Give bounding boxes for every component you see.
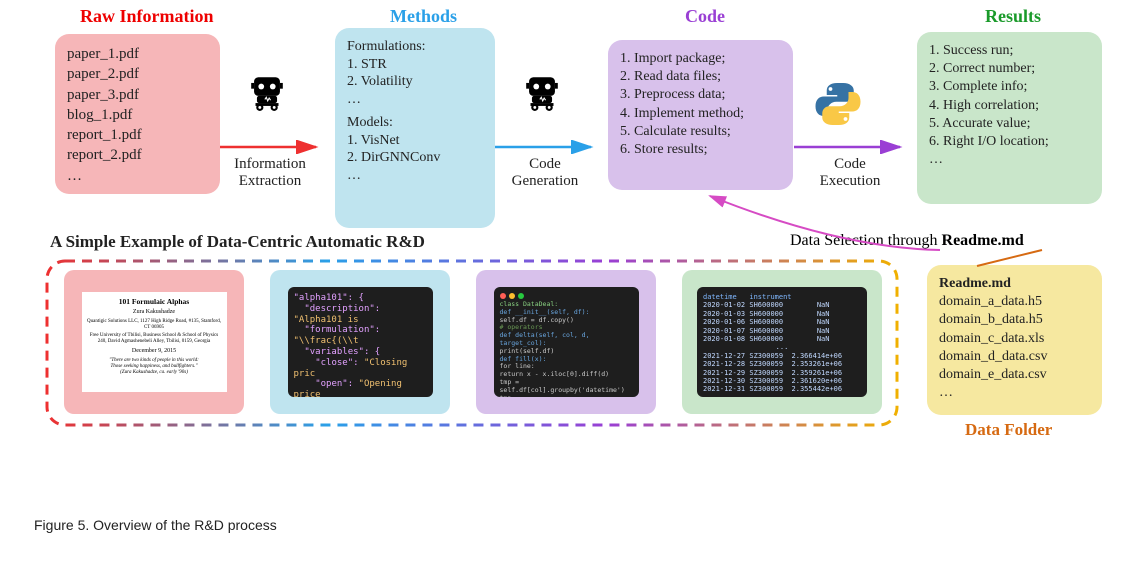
results-item: 5. Accurate value; [929,115,1090,133]
raw-item: paper_3.pdf [67,85,208,105]
datafolder-file: domain_b_data.h5 [939,311,1090,329]
datafolder-title: Readme.md [939,275,1090,293]
thumb-methods: "alpha101": { "description": "Alpha101 i… [270,270,450,414]
datafolder-file: domain_d_data.csv [939,348,1090,366]
results-item: 4. High correlation; [929,97,1090,115]
python-icon [814,80,862,133]
readme-connector [972,248,1052,270]
methods-panel: Formulations: 1. STR 2. Volatility … Mod… [335,28,495,228]
code-step: 1. Import package; [620,50,781,68]
datafolder-file: domain_c_data.xls [939,330,1090,348]
label-code-execution: CodeExecution [800,156,900,189]
raw-item: paper_1.pdf [67,44,208,64]
code-step: 4. Implement method; [620,105,781,123]
label-info-extraction: InformationExtraction [220,156,320,189]
datafolder-file: domain_e_data.csv [939,366,1090,384]
label-code-generation: CodeGeneration [495,156,595,189]
code-step: 3. Preprocess data; [620,86,781,104]
thumb-raw: 101 Formulaic Alphas Zura Kakushadze Qua… [64,270,244,414]
raw-more: … [67,166,208,186]
results-panel: 1. Success run; 2. Correct number; 3. Co… [917,32,1102,204]
pycode-thumb: class DataDeal: def __init__(self, df): … [494,287,639,397]
code-step: 5. Calculate results; [620,123,781,141]
title-raw: Raw Information [80,6,214,27]
results-more: … [929,151,1090,169]
doc-thumb: 101 Formulaic Alphas Zura Kakushadze Qua… [82,292,227,392]
raw-item: report_2.pdf [67,145,208,165]
thumb-results: datetime instrument 2020-01-02 SH600000 … [682,270,882,414]
raw-panel: paper_1.pdf paper_2.pdf paper_3.pdf blog… [55,34,220,194]
datafolder-file: domain_a_data.h5 [939,293,1090,311]
example-label: A Simple Example of Data-Centric Automat… [50,232,425,252]
code-panel: 1. Import package; 2. Read data files; 3… [608,40,793,190]
arrow-info-extraction [220,140,330,154]
methods-model: 1. VisNet [347,132,483,150]
datafolder-panel: Readme.md domain_a_data.h5 domain_b_data… [927,265,1102,415]
thumb-code: class DataDeal: def __init__(self, df): … [476,270,656,414]
methods-model: 2. DirGNNConv [347,149,483,167]
methods-formulations-label: Formulations: [347,38,483,56]
results-item: 3. Complete info; [929,78,1090,96]
results-item: 6. Right I/O location; [929,133,1090,151]
datafolder-label: Data Folder [965,420,1052,440]
raw-item: report_1.pdf [67,125,208,145]
code-step: 6. Store results; [620,141,781,159]
arrow-code-execution [794,140,914,154]
methods-more: … [347,167,483,185]
methods-formulation: 1. STR [347,56,483,74]
methods-more: … [347,91,483,109]
title-results: Results [985,6,1041,27]
robot-icon [519,70,565,121]
title-methods: Methods [390,6,457,27]
code-step: 2. Read data files; [620,68,781,86]
table-thumb: datetime instrument 2020-01-02 SH600000 … [697,287,867,397]
figure-caption: Figure 5. Overview of the R&D process [34,517,277,533]
arrow-data-selection [700,190,950,260]
methods-models-label: Models: [347,114,483,132]
arrow-code-generation [495,140,605,154]
results-item: 1. Success run; [929,42,1090,60]
title-code: Code [685,6,725,27]
raw-item: blog_1.pdf [67,105,208,125]
raw-item: paper_2.pdf [67,64,208,84]
json-thumb: "alpha101": { "description": "Alpha101 i… [288,287,433,397]
datafolder-more: … [939,384,1090,402]
methods-formulation: 2. Volatility [347,73,483,91]
results-item: 2. Correct number; [929,60,1090,78]
robot-icon [244,70,290,121]
